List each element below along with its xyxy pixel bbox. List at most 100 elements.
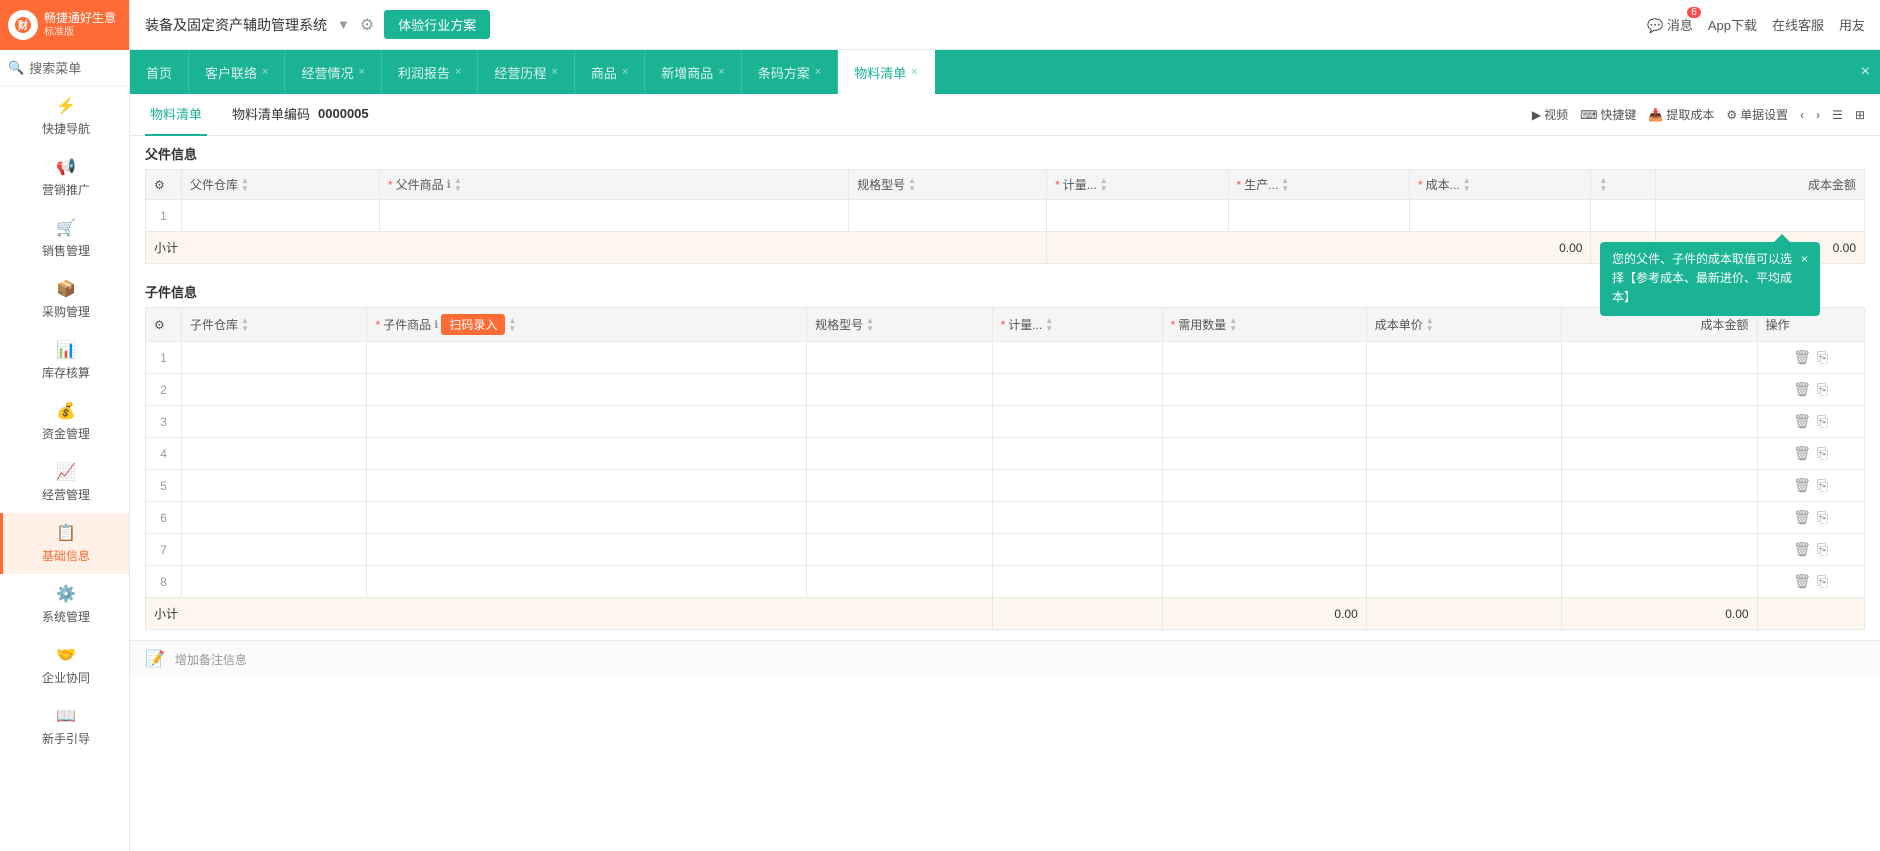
sidebar-item-guide[interactable]: 📖 新手引导 [0,696,129,757]
app-download[interactable]: App下载 [1708,15,1757,34]
parent-row-1-product[interactable] [379,200,848,232]
child-row-5-product[interactable] [367,470,807,502]
child-row-1-copy-icon[interactable]: ⎘ [1817,349,1828,366]
child-row-2-warehouse[interactable] [182,374,367,406]
child-row-1-qty[interactable] [1162,342,1366,374]
child-row-5-unit-cost[interactable] [1366,470,1561,502]
child-row-1-delete-icon[interactable]: 🗑 [1793,349,1811,366]
child-row-7-copy-icon[interactable]: ⎘ [1817,541,1828,558]
sidebar-item-purchase[interactable]: 📦 采购管理 [0,269,129,330]
tab-new-product-close[interactable]: × [718,66,724,78]
sidebar-item-marketing[interactable]: 📢 营销推广 [0,147,129,208]
child-row-4-copy-icon[interactable]: ⎘ [1817,445,1828,462]
tab-barcode[interactable]: 条码方案 × [742,50,838,94]
tab-profit[interactable]: 利润报告 × [382,50,478,94]
child-row-7-delete-icon[interactable]: 🗑 [1793,541,1811,558]
child-row-6-warehouse[interactable] [182,502,367,534]
child-row-4-product[interactable] [367,438,807,470]
child-row-4-measure[interactable] [992,438,1162,470]
child-row-1-spec[interactable] [807,342,992,374]
parent-row-1-produce[interactable] [1228,200,1409,232]
settings-gear-icon[interactable]: ⚙ [360,15,374,35]
sidebar-item-enterprise[interactable]: 🤝 企业协同 [0,635,129,696]
tab-history-close[interactable]: × [551,66,557,78]
child-row-3-copy-icon[interactable]: ⎘ [1817,413,1828,430]
child-row-2-delete-icon[interactable]: 🗑 [1793,381,1811,398]
child-row-1-measure[interactable] [992,342,1162,374]
tab-home[interactable]: 首页 [130,50,189,94]
child-row-4-qty[interactable] [1162,438,1366,470]
message-badge[interactable]: 💬 消息 6 [1647,15,1693,34]
sidebar-item-inventory[interactable]: 📊 库存核算 [0,330,129,391]
parent-row-1-warehouse[interactable] [182,200,380,232]
child-row-6-delete-icon[interactable]: 🗑 [1793,509,1811,526]
child-row-8-unit-cost[interactable] [1366,566,1561,598]
close-all-tabs[interactable]: × [1851,63,1880,81]
child-row-8-product[interactable] [367,566,807,598]
tooltip-close-button[interactable]: × [1801,250,1808,269]
shortcut-btn[interactable]: ⌨ 快捷键 [1580,106,1636,123]
child-row-7-qty[interactable] [1162,534,1366,566]
tab-operations-status[interactable]: 经营情况 × [285,50,381,94]
nav-prev[interactable]: ‹ [1800,108,1804,122]
child-row-7-product[interactable] [367,534,807,566]
sidebar-item-operations[interactable]: 📈 经营管理 [0,452,129,513]
tab-customer[interactable]: 客户联络 × [189,50,285,94]
sub-tab-code[interactable]: 物料清单编码 0000005 [227,94,374,136]
scan-button[interactable]: 扫码录入 [441,314,505,335]
tab-profit-close[interactable]: × [455,66,461,78]
child-row-3-warehouse[interactable] [182,406,367,438]
child-row-5-measure[interactable] [992,470,1162,502]
child-row-1-product[interactable] [367,342,807,374]
sidebar-item-system[interactable]: ⚙️ 系统管理 [0,574,129,635]
online-service[interactable]: 在线客服 [1772,15,1824,34]
parent-row-1-cost[interactable] [1410,200,1591,232]
tab-bom-close[interactable]: × [911,66,917,78]
child-row-6-spec[interactable] [807,502,992,534]
bottom-hint[interactable]: 增加备注信息 [175,651,247,668]
child-row-5-warehouse[interactable] [182,470,367,502]
child-row-4-warehouse[interactable] [182,438,367,470]
child-row-4-delete-icon[interactable]: 🗑 [1793,445,1811,462]
child-row-6-qty[interactable] [1162,502,1366,534]
child-row-7-measure[interactable] [992,534,1162,566]
tab-products[interactable]: 商品 × [575,50,645,94]
child-row-2-unit-cost[interactable] [1366,374,1561,406]
tab-customer-close[interactable]: × [262,66,268,78]
child-row-8-warehouse[interactable] [182,566,367,598]
child-row-8-spec[interactable] [807,566,992,598]
tab-ops-close[interactable]: × [358,66,364,78]
child-row-5-copy-icon[interactable]: ⎘ [1817,477,1828,494]
child-row-4-unit-cost[interactable] [1366,438,1561,470]
child-row-8-copy-icon[interactable]: ⎘ [1817,573,1828,590]
child-row-6-copy-icon[interactable]: ⎘ [1817,509,1828,526]
child-row-7-warehouse[interactable] [182,534,367,566]
child-row-6-measure[interactable] [992,502,1162,534]
sub-tab-bom[interactable]: 物料清单 [145,94,207,136]
view-btn[interactable]: ▶ 视频 [1532,106,1568,123]
child-row-6-unit-cost[interactable] [1366,502,1561,534]
child-row-3-product[interactable] [367,406,807,438]
dropdown-icon[interactable]: ▼ [337,17,350,32]
child-row-6-product[interactable] [367,502,807,534]
child-row-5-delete-icon[interactable]: 🗑 [1793,477,1811,494]
tab-history[interactable]: 经营历程 × [478,50,574,94]
child-row-2-qty[interactable] [1162,374,1366,406]
child-row-8-delete-icon[interactable]: 🗑 [1793,573,1811,590]
extract-cost-btn[interactable]: 📥 提取成本 [1648,106,1714,123]
child-row-3-spec[interactable] [807,406,992,438]
parent-row-1-measure[interactable] [1047,200,1228,232]
sidebar-item-sales[interactable]: 🛒 销售管理 [0,208,129,269]
child-row-7-spec[interactable] [807,534,992,566]
tab-products-close[interactable]: × [622,66,628,78]
sidebar-search[interactable]: 🔍 搜索菜单 [0,50,129,86]
child-row-8-measure[interactable] [992,566,1162,598]
layout-icon[interactable]: ☰ [1832,108,1843,122]
child-row-5-spec[interactable] [807,470,992,502]
child-row-8-qty[interactable] [1162,566,1366,598]
child-row-3-delete-icon[interactable]: 🗑 [1793,413,1811,430]
tab-bom[interactable]: 物料清单 × [838,50,934,94]
sidebar-item-quick-nav[interactable]: ⚡ 快捷导航 [0,86,129,147]
child-row-3-measure[interactable] [992,406,1162,438]
tab-barcode-close[interactable]: × [815,66,821,78]
